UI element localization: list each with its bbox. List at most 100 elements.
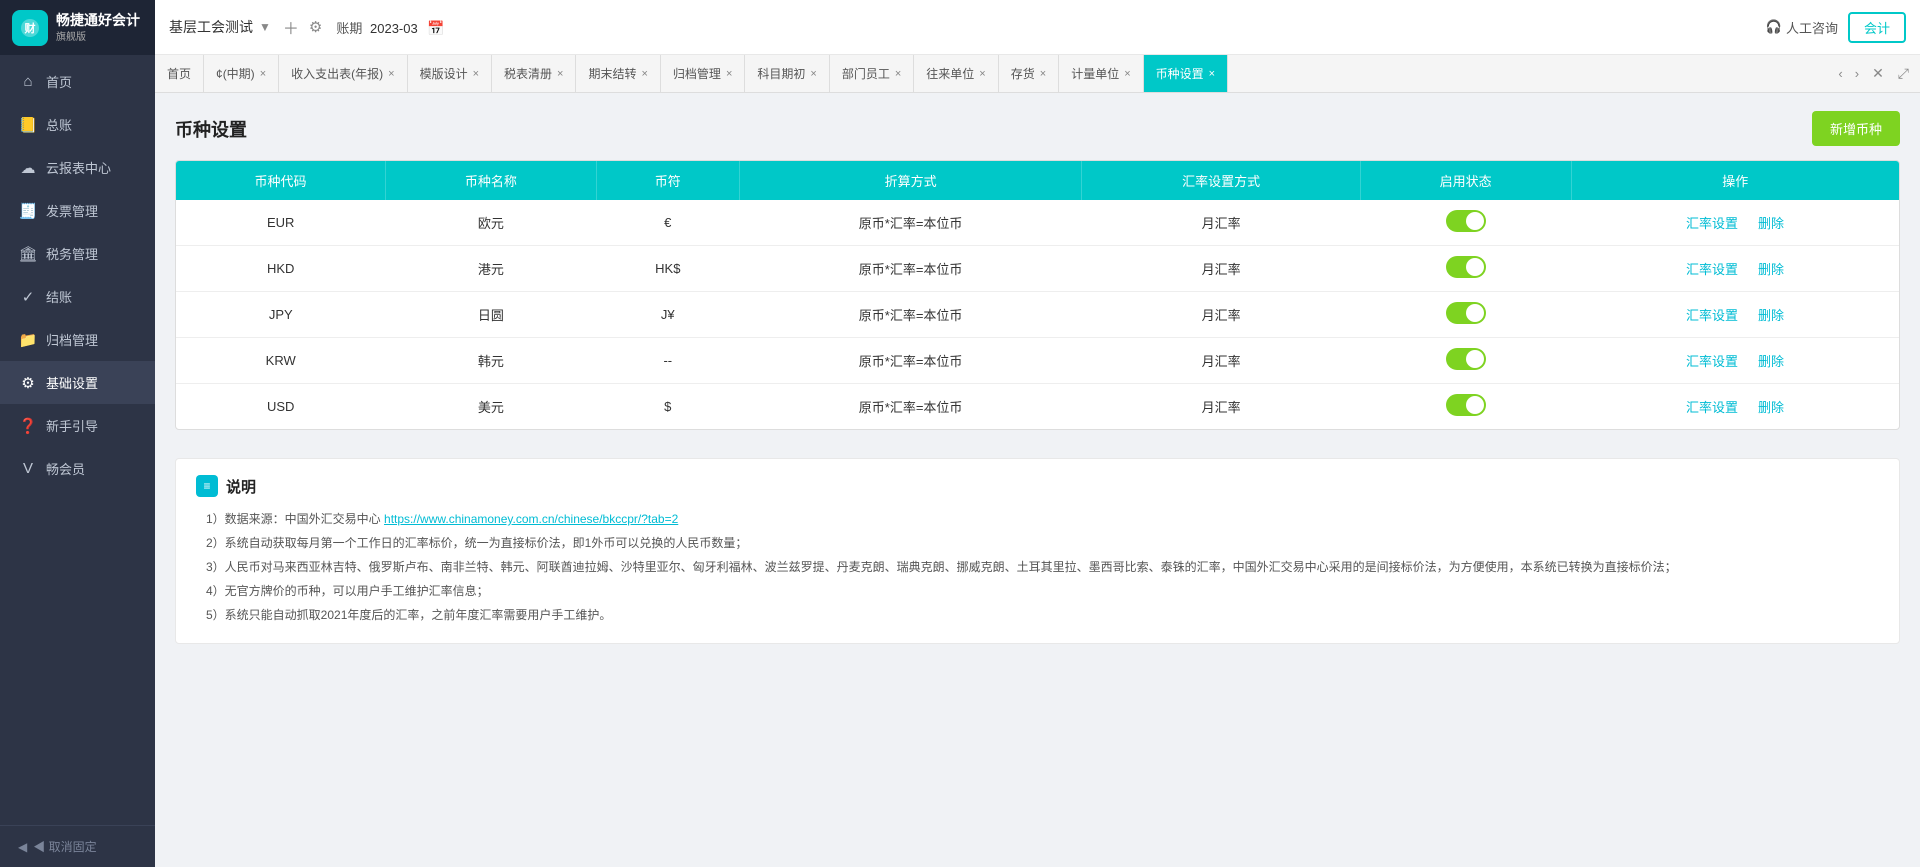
tab-close-income[interactable]: ×	[388, 68, 394, 80]
cell-actions: 汇率设置 删除	[1571, 338, 1899, 384]
tab-income[interactable]: 收入支出表(年报)×	[279, 55, 407, 93]
cell-rate-type: 月汇率	[1082, 200, 1360, 246]
tab-label-template: 模版设计	[420, 65, 468, 82]
rate-setting-link[interactable]: 汇率设置	[1686, 351, 1738, 370]
sidebar: 财 畅捷通好会计 旗舰版 ⌂首页📒总账☁云报表中心🧾发票管理🏛税务管理✓结账📁归…	[0, 0, 155, 867]
customer-service-button[interactable]: 🎧 人工咨询	[1766, 18, 1838, 37]
rate-setting-link[interactable]: 汇率设置	[1686, 259, 1738, 278]
tab-currency[interactable]: 币种设置×	[1144, 55, 1228, 93]
tab-dept[interactable]: 部门员工 ×	[830, 55, 914, 93]
toggle-thumb	[1466, 212, 1484, 230]
sidebar-item-invoice[interactable]: 🧾发票管理	[0, 189, 155, 232]
cell-code: JPY	[176, 292, 385, 338]
sidebar-item-member[interactable]: V畅会员	[0, 447, 155, 490]
toggle-switch[interactable]	[1446, 210, 1486, 232]
close-all-tabs[interactable]: ✕	[1867, 63, 1889, 84]
tab-close-subjects[interactable]: ×	[810, 68, 816, 80]
tab-close-archive[interactable]: ×	[726, 68, 732, 80]
tab-close-contacts[interactable]: ×	[979, 68, 985, 80]
tab-inventory[interactable]: 存货×	[999, 55, 1059, 93]
tab-subjects[interactable]: 科目期初×	[745, 55, 829, 93]
notes-title: ≡ 说明	[196, 475, 1879, 497]
chinamoney-link[interactable]: https://www.chinamoney.com.cn/chinese/bk…	[384, 512, 678, 526]
settings-icon[interactable]: ⚙	[309, 18, 322, 36]
table-row: EUR 欧元 € 原币*汇率=本位币 月汇率 汇率设置 删除	[176, 200, 1899, 246]
tab-unit[interactable]: 计量单位×	[1059, 55, 1143, 93]
add-tab-button[interactable]: ＋	[283, 15, 299, 39]
cell-actions: 汇率设置 删除	[1571, 246, 1899, 292]
app-name: 畅捷通好会计	[56, 12, 140, 29]
sidebar-item-tax[interactable]: 🏛税务管理	[0, 232, 155, 275]
tab-close-inventory[interactable]: ×	[1040, 68, 1046, 80]
tab-close-unit[interactable]: ×	[1124, 68, 1130, 80]
tab-scroll-left[interactable]: ‹	[1834, 64, 1846, 83]
tab-period-end[interactable]: 期末结转×	[576, 55, 660, 93]
cell-status[interactable]	[1360, 384, 1571, 430]
toggle-track	[1446, 256, 1486, 278]
cell-code: USD	[176, 384, 385, 430]
delete-link[interactable]: 删除	[1758, 213, 1784, 232]
tab-close-period[interactable]: ×	[260, 68, 266, 80]
toggle-switch[interactable]	[1446, 256, 1486, 278]
sidebar-pin-toggle[interactable]: ◀ ◀ 取消固定	[0, 825, 155, 867]
sidebar-item-guide[interactable]: ❓新手引导	[0, 404, 155, 447]
notes-title-text: 说明	[226, 476, 256, 497]
cell-name: 港元	[385, 246, 596, 292]
sidebar-label-reports: 云报表中心	[46, 158, 111, 177]
tab-close-currency[interactable]: ×	[1209, 68, 1215, 80]
tab-tax[interactable]: 税表清册×	[492, 55, 576, 93]
delete-link[interactable]: 删除	[1758, 351, 1784, 370]
toggle-track	[1446, 394, 1486, 416]
note-4: 4）无官方牌价的币种，可以用户手工维护汇率信息；	[206, 579, 1879, 603]
toggle-switch[interactable]	[1446, 394, 1486, 416]
sidebar-label-settle: 结账	[46, 287, 72, 306]
cell-rate-type: 月汇率	[1082, 292, 1360, 338]
col-status: 启用状态	[1360, 161, 1571, 200]
rate-setting-link[interactable]: 汇率设置	[1686, 213, 1738, 232]
cell-status[interactable]	[1360, 246, 1571, 292]
sidebar-item-ledger[interactable]: 📒总账	[0, 103, 155, 146]
note-2: 2）系统自动获取每月第一个工作日的汇率标价，统一为直接标价法，即1外币可以兑换的…	[206, 531, 1879, 555]
tab-close-dept[interactable]: ×	[895, 68, 901, 80]
tab-label-dept: 部门员工	[842, 65, 890, 82]
cell-symbol: --	[596, 338, 739, 384]
delete-link[interactable]: 删除	[1758, 397, 1784, 416]
sidebar-item-settle[interactable]: ✓结账	[0, 275, 155, 318]
cell-symbol: J¥	[596, 292, 739, 338]
period-display: 账期 2023-03 📅	[336, 18, 444, 37]
delete-link[interactable]: 删除	[1758, 305, 1784, 324]
cell-status[interactable]	[1360, 338, 1571, 384]
company-selector[interactable]: 基层工会测试 ▼	[169, 17, 271, 37]
sidebar-item-archive[interactable]: 📁归档管理	[0, 318, 155, 361]
note-5: 5）系统只能自动抓取2021年度后的汇率，之前年度汇率需要用户手工维护。	[206, 603, 1879, 627]
expand-tab[interactable]: ⤢	[1893, 63, 1914, 84]
tab-template[interactable]: 模版设计 ×	[408, 55, 492, 93]
cell-status[interactable]	[1360, 200, 1571, 246]
period-label: 账期	[336, 21, 362, 36]
tab-close-tax[interactable]: ×	[557, 68, 563, 80]
cell-code: KRW	[176, 338, 385, 384]
new-currency-button[interactable]: 新增币种	[1812, 111, 1900, 146]
ledger-icon: 📒	[18, 116, 38, 134]
tab-close-template[interactable]: ×	[473, 68, 479, 80]
tab-period[interactable]: ¢(中期)×	[204, 55, 279, 93]
rate-setting-link[interactable]: 汇率设置	[1686, 397, 1738, 416]
tab-archive[interactable]: 归档管理×	[661, 55, 745, 93]
rate-setting-link[interactable]: 汇率设置	[1686, 305, 1738, 324]
tab-close-period-end[interactable]: ×	[641, 68, 647, 80]
sidebar-item-reports[interactable]: ☁云报表中心	[0, 146, 155, 189]
tab-contacts[interactable]: 往来单位×	[914, 55, 998, 93]
sidebar-item-home[interactable]: ⌂首页	[0, 60, 155, 103]
note-3: 3）人民币对马来西亚林吉特、俄罗斯卢布、南非兰特、韩元、阿联酋迪拉姆、沙特里亚尔…	[206, 555, 1879, 579]
tab-scroll-right[interactable]: ›	[1851, 64, 1863, 83]
calendar-icon[interactable]: 📅	[427, 20, 444, 36]
toggle-switch[interactable]	[1446, 348, 1486, 370]
cell-status[interactable]	[1360, 292, 1571, 338]
account-button[interactable]: 会计	[1848, 12, 1906, 43]
sidebar-item-settings[interactable]: ⚙基础设置	[0, 361, 155, 404]
toggle-switch[interactable]	[1446, 302, 1486, 324]
page-header: 币种设置 新增币种	[175, 111, 1900, 146]
content-area: 币种设置 新增币种 币种代码 币种名称 币符 折算方式 汇率设置方式 启用状态 …	[155, 93, 1920, 867]
tab-home[interactable]: 首页	[155, 55, 204, 93]
delete-link[interactable]: 删除	[1758, 259, 1784, 278]
